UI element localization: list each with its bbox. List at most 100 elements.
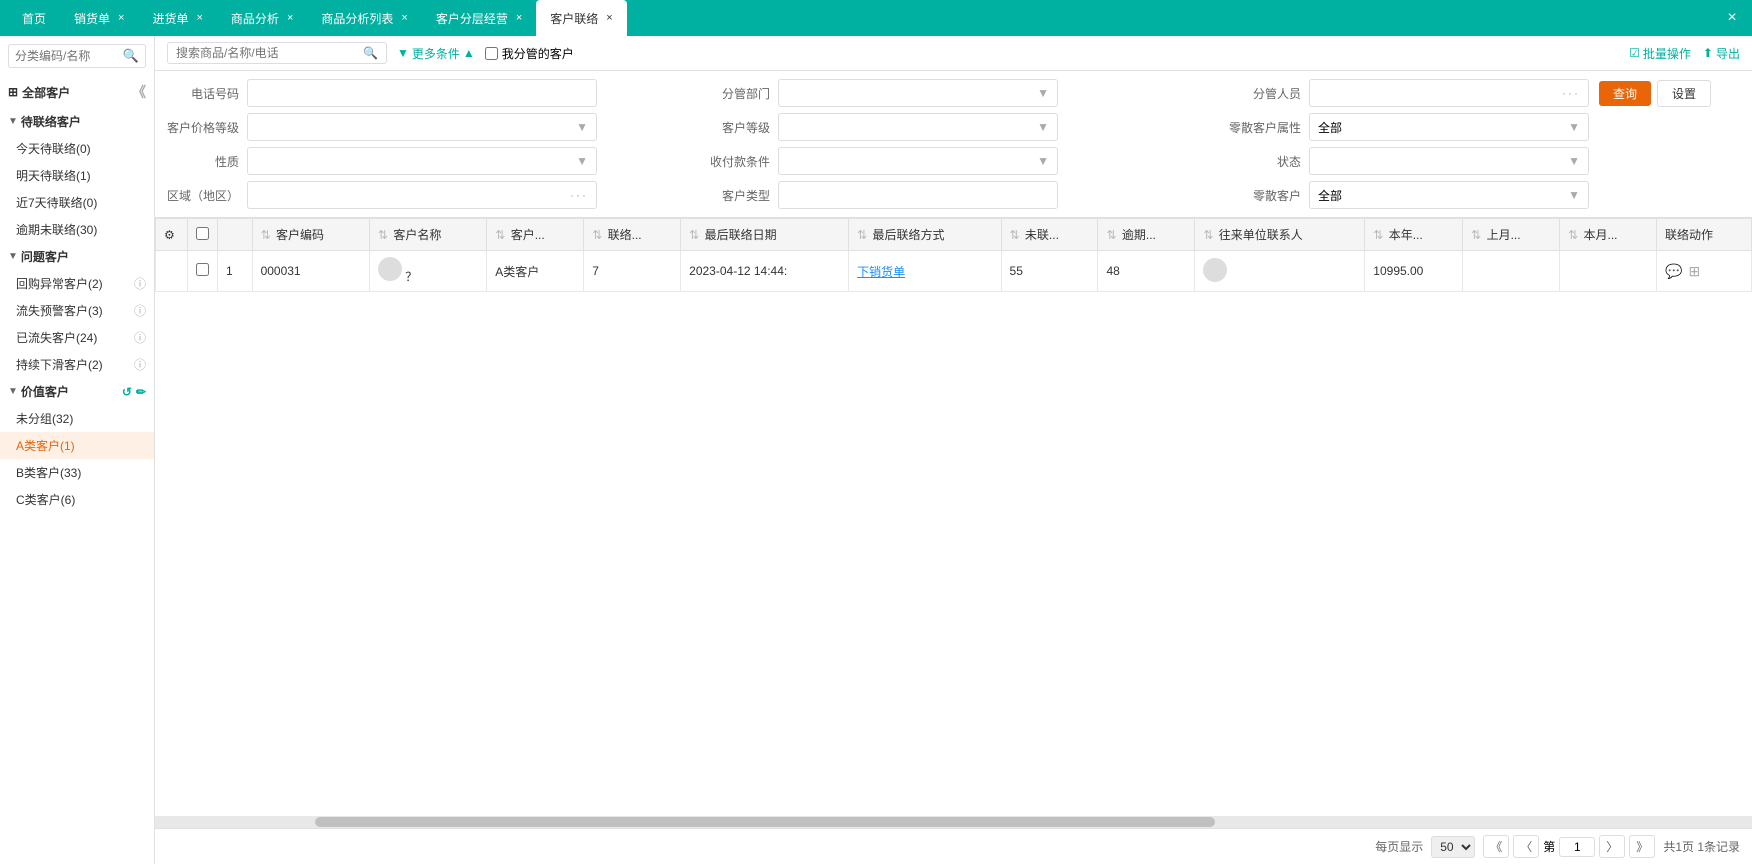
sidebar-overdue-contact[interactable]: 逾期未联络(30) — [0, 216, 154, 243]
value-customers-group[interactable]: ▼ 价值客户 ↺ ✏ — [0, 378, 154, 405]
nature-input[interactable]: ▼ — [247, 147, 597, 175]
horizontal-scrollbar[interactable] — [155, 816, 1752, 828]
page-number-input[interactable] — [1559, 837, 1595, 857]
col-code-sort-icon: ⇅ — [261, 228, 271, 242]
sidebar-today-pending[interactable]: 今天待联络(0) — [0, 135, 154, 162]
region-dots-icon: ··· — [570, 188, 588, 202]
col-customer-type[interactable]: ⇅ 客户... — [487, 219, 584, 251]
phone-input[interactable] — [247, 79, 597, 107]
col-select-all[interactable] — [188, 219, 218, 251]
search-input[interactable] — [176, 46, 363, 60]
sidebar-search-box[interactable]: 🔍 — [8, 44, 146, 68]
settings-button[interactable]: 设置 — [1657, 80, 1711, 107]
first-page-button[interactable]: 《 — [1483, 835, 1509, 858]
last-page-button[interactable]: 》 — [1629, 835, 1655, 858]
row-not-contacted: 55 — [1001, 251, 1098, 292]
filter-icon: ▼ — [397, 46, 409, 60]
search-box[interactable]: 🔍 — [167, 42, 387, 64]
customer-level-input[interactable]: ▼ — [778, 113, 1058, 141]
nav-customer-contact[interactable]: 客户联络 × — [536, 0, 626, 36]
search-icon[interactable]: 🔍 — [363, 46, 378, 60]
row-checkbox[interactable] — [196, 263, 209, 276]
col-this-year[interactable]: ⇅ 本年... — [1365, 219, 1463, 251]
more-conditions-button[interactable]: ▼ 更多条件 ▲ — [397, 45, 475, 62]
sidebar-class-a[interactable]: A类客户(1) — [0, 432, 154, 459]
export-button[interactable]: ⬆ 导出 — [1703, 45, 1740, 62]
col-not-contacted[interactable]: ⇅ 未联... — [1001, 219, 1098, 251]
col-contact-count[interactable]: ⇅ 联络... — [584, 219, 681, 251]
my-customers-checkbox[interactable]: 我分管的客户 — [485, 45, 574, 62]
col-name[interactable]: ⇅ 客户名称 — [369, 219, 486, 251]
edit-icon[interactable]: ✏ — [136, 385, 146, 399]
next-page-button[interactable]: 〉 — [1599, 835, 1625, 858]
nav-product-analysis-list[interactable]: 商品分析列表 × — [307, 0, 421, 36]
select-all-checkbox[interactable] — [196, 227, 209, 240]
status-input[interactable]: ▼ — [1309, 147, 1589, 175]
person-input[interactable]: ··· — [1309, 79, 1589, 107]
col-overdue[interactable]: ⇅ 逾期... — [1098, 219, 1195, 251]
retail-attr-input[interactable]: 全部 ▼ — [1309, 113, 1589, 141]
close-purchase-order-icon[interactable]: × — [196, 12, 202, 24]
sidebar-search-input[interactable] — [15, 49, 121, 63]
problem-customers-group[interactable]: ▼ 问题客户 — [0, 243, 154, 270]
filter-dept: 分管部门 ▼ — [698, 79, 1209, 107]
sidebar-tomorrow-pending[interactable]: 明天待联络(1) — [0, 162, 154, 189]
payment-input[interactable]: ▼ — [778, 147, 1058, 175]
col-last-contact-method[interactable]: ⇅ 最后联络方式 — [849, 219, 1001, 251]
close-customer-segmentation-icon[interactable]: × — [516, 12, 522, 24]
col-this-month[interactable]: ⇅ 本月... — [1560, 219, 1657, 251]
nav-purchase-order[interactable]: 进货单 × — [138, 0, 216, 36]
col-this-month-sort-icon: ⇅ — [1568, 228, 1578, 242]
col-last-month-sort-icon: ⇅ — [1471, 228, 1481, 242]
close-all-button[interactable]: × — [1720, 6, 1744, 30]
close-product-analysis-icon[interactable]: × — [287, 12, 293, 24]
sidebar-lost-prediction[interactable]: 流失预警客户(3) ⓘ — [0, 297, 154, 324]
region-input[interactable]: ··· — [247, 181, 597, 209]
row-name: ？ — [369, 251, 486, 292]
sidebar-already-lost[interactable]: 已流失客户(24) ⓘ — [0, 324, 154, 351]
dept-input[interactable]: ▼ — [778, 79, 1058, 107]
my-customers-check[interactable] — [485, 47, 498, 60]
close-sales-order-icon[interactable]: × — [118, 12, 124, 24]
sidebar-search-icon[interactable]: 🔍 — [123, 48, 139, 64]
nav-home[interactable]: 首页 — [8, 0, 60, 36]
row-code[interactable]: 000031 — [252, 251, 369, 292]
sidebar-near7-pending[interactable]: 近7天待联络(0) — [0, 189, 154, 216]
scrollbar-thumb[interactable] — [315, 817, 1215, 827]
customer-type-input[interactable] — [778, 181, 1058, 209]
row-qr-icon[interactable]: ⊞ — [1688, 263, 1700, 280]
top-navigation: 首页 销货单 × 进货单 × 商品分析 × 商品分析列表 × 客户分层经营 × … — [0, 0, 1752, 36]
row-message-icon[interactable]: 💬 — [1665, 263, 1682, 280]
nav-customer-segmentation[interactable]: 客户分层经营 × — [422, 0, 536, 36]
retail-customer-input[interactable]: 全部 ▼ — [1309, 181, 1589, 209]
pending-contact-group[interactable]: ▼ 待联络客户 — [0, 108, 154, 135]
row-last-contact-method[interactable]: 下销货单 — [849, 251, 1001, 292]
sidebar-repeat-abnormal[interactable]: 回购异常客户(2) ⓘ — [0, 270, 154, 297]
query-button[interactable]: 查询 — [1599, 81, 1651, 106]
prev-page-button[interactable]: 〈 — [1513, 835, 1539, 858]
bulk-operations-button[interactable]: ☑ 批量操作 — [1629, 45, 1691, 62]
contact-person-avatar — [1203, 258, 1227, 282]
col-settings[interactable]: ⚙ — [156, 219, 188, 251]
sidebar-unclassified[interactable]: 未分组(32) — [0, 405, 154, 432]
sidebar-collapse-icon[interactable]: 《 — [132, 82, 146, 102]
col-code[interactable]: ⇅ 客户编码 — [252, 219, 369, 251]
row-last-contact-date: 2023-04-12 14:44: — [681, 251, 849, 292]
page-size-select[interactable]: 50 — [1431, 836, 1475, 858]
col-contact-person[interactable]: ⇅ 往来单位联系人 — [1195, 219, 1365, 251]
close-product-analysis-list-icon[interactable]: × — [401, 12, 407, 24]
all-customers-header[interactable]: ⊞ 全部客户 《 — [0, 76, 154, 108]
sidebar-class-c[interactable]: C类客户(6) — [0, 486, 154, 513]
sidebar-class-b[interactable]: B类客户(33) — [0, 459, 154, 486]
price-level-input[interactable]: ▼ — [247, 113, 597, 141]
refresh-icon[interactable]: ↺ — [122, 385, 132, 399]
col-overdue-sort-icon: ⇅ — [1106, 228, 1116, 242]
col-last-month[interactable]: ⇅ 上月... — [1463, 219, 1560, 251]
sidebar-continuous-decline[interactable]: 持续下滑客户(2) ⓘ — [0, 351, 154, 378]
nav-product-analysis[interactable]: 商品分析 × — [217, 0, 307, 36]
col-last-contact-date[interactable]: ⇅ 最后联络日期 — [681, 219, 849, 251]
filter-customer-level: 客户等级 ▼ — [698, 113, 1209, 141]
nav-sales-order[interactable]: 销货单 × — [60, 0, 138, 36]
row-checkbox-cell[interactable] — [188, 251, 218, 292]
close-customer-contact-icon[interactable]: × — [606, 12, 612, 24]
